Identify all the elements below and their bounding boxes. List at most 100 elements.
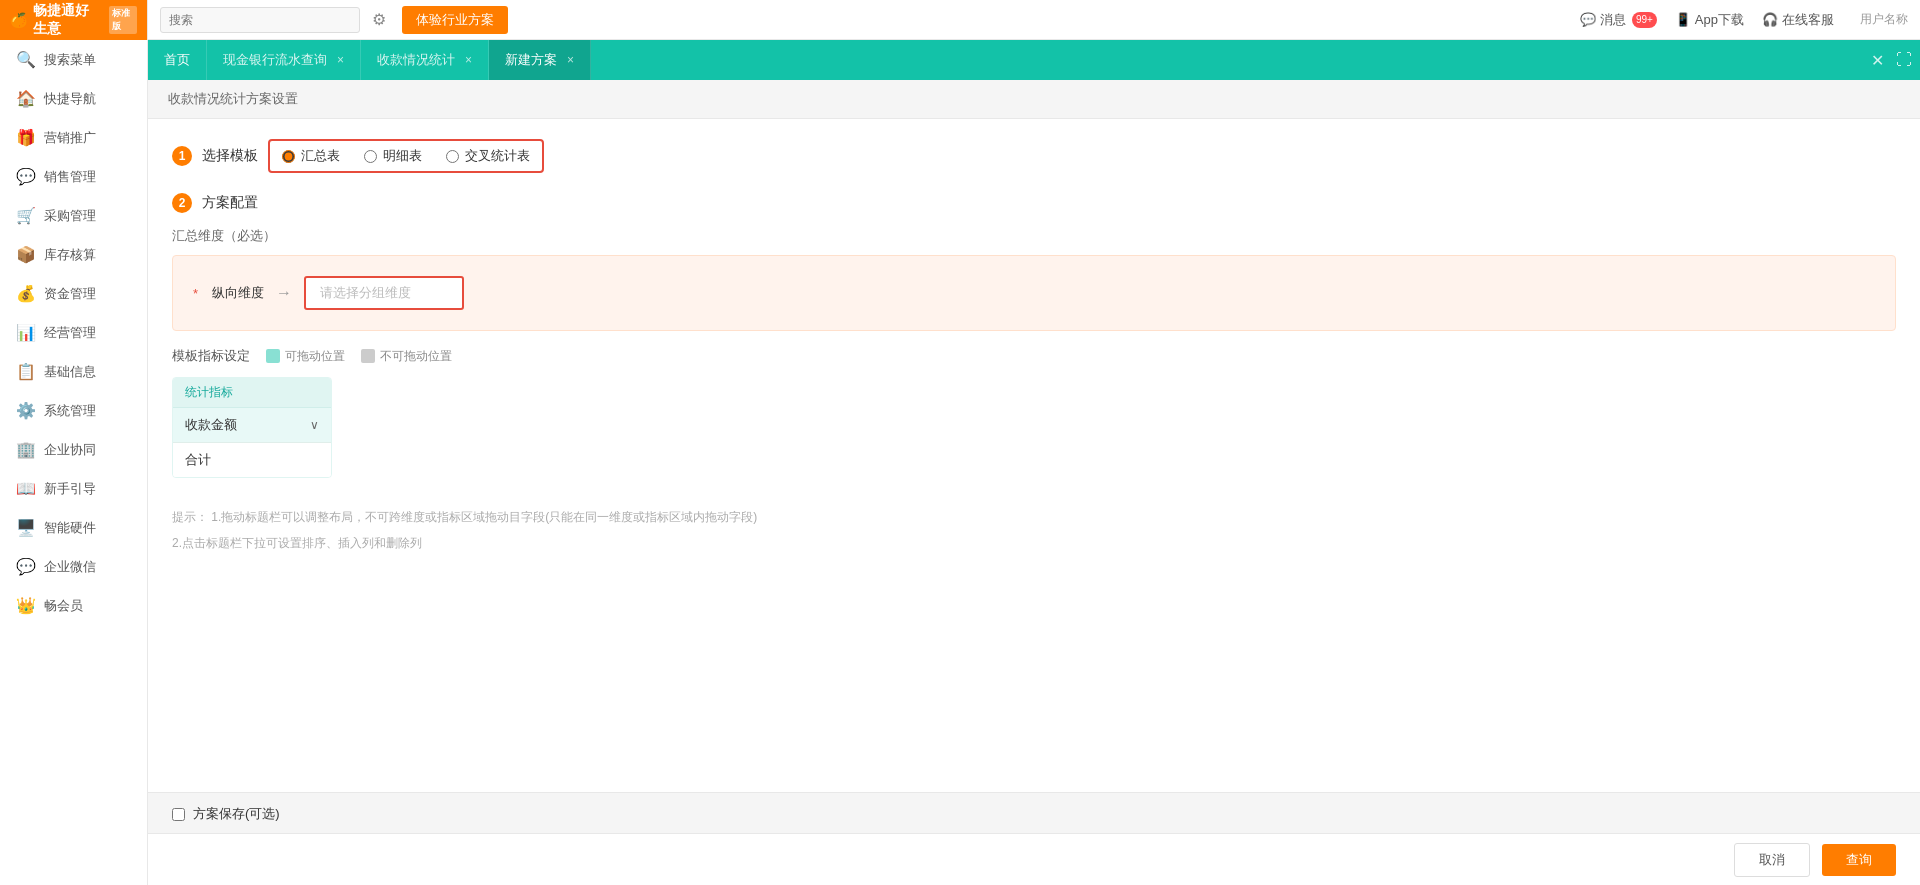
cancel-button[interactable]: 取消	[1734, 843, 1810, 877]
search-input[interactable]	[160, 7, 360, 33]
dimension-area: * 纵向维度 → 请选择分组维度	[172, 255, 1896, 331]
step1-header: 1 选择模板 汇总表 明细表 交叉统计表	[172, 139, 1896, 173]
sidebar-item-member[interactable]: 👑 畅会员	[0, 586, 147, 625]
sidebar-item-sales[interactable]: 💬 销售管理	[0, 157, 147, 196]
sidebar-item-wechat[interactable]: 💬 企业微信	[0, 547, 147, 586]
footer-save: 方案保存(可选)	[148, 792, 1920, 833]
dimension-select-placeholder: 请选择分组维度	[320, 284, 411, 302]
sidebar-item-search-menu[interactable]: 🔍 搜索菜单	[0, 40, 147, 79]
radio-cross-input[interactable]	[446, 150, 459, 163]
tab-new-plan-label: 新建方案	[505, 51, 557, 69]
fixed-box	[361, 349, 375, 363]
sidebar-item-label: 采购管理	[44, 207, 96, 225]
indicator-dropdown-btn[interactable]: ∨	[310, 418, 319, 432]
tab-new-plan[interactable]: 新建方案 ×	[489, 40, 591, 80]
sidebar-item-label: 新手引导	[44, 480, 96, 498]
user-label: 用户名称	[1860, 11, 1908, 28]
marketing-icon: 🎁	[16, 128, 36, 147]
step1-label: 选择模板	[202, 147, 258, 165]
sidebar-item-guide[interactable]: 📖 新手引导	[0, 469, 147, 508]
step2-label: 方案配置	[202, 194, 258, 212]
tip-1: 提示： 1.拖动标题栏可以调整布局，不可跨维度或指标区域拖动目字段(只能在同一维…	[172, 505, 1896, 529]
sidebar-item-label: 系统管理	[44, 402, 96, 420]
sidebar: 🍊 畅捷通好生意 标准版 🔍 搜索菜单 🏠 快捷导航 🎁 营销推广 💬 销售管理…	[0, 0, 148, 885]
page-main: 1 选择模板 汇总表 明细表 交叉统计表	[148, 119, 1920, 792]
radio-detail-label: 明细表	[383, 147, 422, 165]
service-label: 在线客服	[1782, 11, 1834, 29]
guide-icon: 📖	[16, 479, 36, 498]
topbar: ⚙ 体验行业方案 💬 消息 99+ 📱 App下载 🎧 在线客服 用户名称	[148, 0, 1920, 40]
sidebar-item-label: 库存核算	[44, 246, 96, 264]
legend-fixed-label: 不可拖动位置	[380, 348, 452, 365]
radio-summary[interactable]: 汇总表	[282, 147, 340, 165]
sidebar-item-inventory[interactable]: 📦 库存核算	[0, 235, 147, 274]
messages-item[interactable]: 💬 消息 99+	[1580, 11, 1657, 29]
basic-info-icon: 📋	[16, 362, 36, 381]
dimension-select[interactable]: 请选择分组维度	[304, 276, 464, 310]
sidebar-item-capital[interactable]: 💰 资金管理	[0, 274, 147, 313]
tab-close-all[interactable]: ✕	[1871, 51, 1884, 70]
action-bar: 取消 查询	[148, 833, 1920, 885]
sidebar-item-label: 畅会员	[44, 597, 83, 615]
trial-button[interactable]: 体验行业方案	[402, 6, 508, 34]
service-icon: 🎧	[1762, 12, 1778, 27]
tab-maximize[interactable]: ⛶	[1896, 51, 1912, 69]
sidebar-item-purchase[interactable]: 🛒 采购管理	[0, 196, 147, 235]
sidebar-item-quick-nav[interactable]: 🏠 快捷导航	[0, 79, 147, 118]
main-area: ⚙ 体验行业方案 💬 消息 99+ 📱 App下载 🎧 在线客服 用户名称 首页…	[148, 0, 1920, 885]
tab-bank-flow-close[interactable]: ×	[337, 53, 344, 67]
tips-section: 提示： 1.拖动标题栏可以调整布局，不可跨维度或指标区域拖动目字段(只能在同一维…	[172, 505, 1896, 555]
sidebar-item-operation[interactable]: 📊 经营管理	[0, 313, 147, 352]
tab-home-label: 首页	[164, 51, 190, 69]
sidebar-item-system[interactable]: ⚙️ 系统管理	[0, 391, 147, 430]
sidebar-item-basic-info[interactable]: 📋 基础信息	[0, 352, 147, 391]
tab-new-plan-close[interactable]: ×	[567, 53, 574, 67]
content-area: 收款情况统计方案设置 1 选择模板 汇总表 明细表	[148, 80, 1920, 833]
app-icon: 📱	[1675, 12, 1691, 27]
indicator-table-cell[interactable]: 收款金额 ∨	[173, 407, 331, 442]
dimension-row: * 纵向维度 → 请选择分组维度	[193, 276, 1875, 310]
radio-summary-input[interactable]	[282, 150, 295, 163]
indicator-table-header: 统计指标	[173, 378, 331, 407]
tip-2: 2.点击标题栏下拉可设置排序、插入列和删除列	[172, 531, 1896, 555]
tabs-controls: ✕ ⛶	[1871, 51, 1920, 70]
tab-bank-flow-label: 现金银行流水查询	[223, 51, 327, 69]
search-menu-icon: 🔍	[16, 50, 36, 69]
operation-icon: 📊	[16, 323, 36, 342]
system-icon: ⚙️	[16, 401, 36, 420]
arrow-icon: →	[276, 284, 292, 302]
tab-collection-stats-close[interactable]: ×	[465, 53, 472, 67]
sidebar-item-smart-hw[interactable]: 🖥️ 智能硬件	[0, 508, 147, 547]
tab-home[interactable]: 首页	[148, 40, 207, 80]
legend-draggable: 可拖动位置	[266, 348, 345, 365]
topbar-right: 💬 消息 99+ 📱 App下载 🎧 在线客服 用户名称	[1580, 11, 1908, 29]
indicator-settings-label: 模板指标设定 可拖动位置 不可拖动位置	[172, 347, 1896, 365]
sales-icon: 💬	[16, 167, 36, 186]
radio-cross[interactable]: 交叉统计表	[446, 147, 530, 165]
capital-icon: 💰	[16, 284, 36, 303]
tab-bank-flow[interactable]: 现金银行流水查询 ×	[207, 40, 361, 80]
tab-collection-stats-label: 收款情况统计	[377, 51, 455, 69]
wechat-icon: 💬	[16, 557, 36, 576]
online-service-item[interactable]: 🎧 在线客服	[1762, 11, 1834, 29]
smart-hw-icon: 🖥️	[16, 518, 36, 537]
indicator-subtotal: 合计	[173, 442, 331, 477]
tab-bar: 首页 现金银行流水查询 × 收款情况统计 × 新建方案 × ✕ ⛶	[148, 40, 1920, 80]
query-button[interactable]: 查询	[1822, 844, 1896, 876]
sidebar-item-enterprise[interactable]: 🏢 企业协同	[0, 430, 147, 469]
step2-header: 2 方案配置	[172, 193, 1896, 213]
radio-cross-label: 交叉统计表	[465, 147, 530, 165]
app-download-item[interactable]: 📱 App下载	[1675, 11, 1744, 29]
settings-icon[interactable]: ⚙	[372, 10, 386, 29]
radio-detail[interactable]: 明细表	[364, 147, 422, 165]
tab-collection-stats[interactable]: 收款情况统计 ×	[361, 40, 489, 80]
app-label: App下载	[1695, 11, 1744, 29]
sidebar-item-marketing[interactable]: 🎁 营销推广	[0, 118, 147, 157]
step1-num: 1	[172, 146, 192, 166]
save-checkbox[interactable]	[172, 808, 185, 821]
radio-detail-input[interactable]	[364, 150, 377, 163]
sidebar-item-label: 企业微信	[44, 558, 96, 576]
legend-draggable-label: 可拖动位置	[285, 348, 345, 365]
indicator-cell-label: 收款金额	[185, 416, 237, 434]
inventory-icon: 📦	[16, 245, 36, 264]
